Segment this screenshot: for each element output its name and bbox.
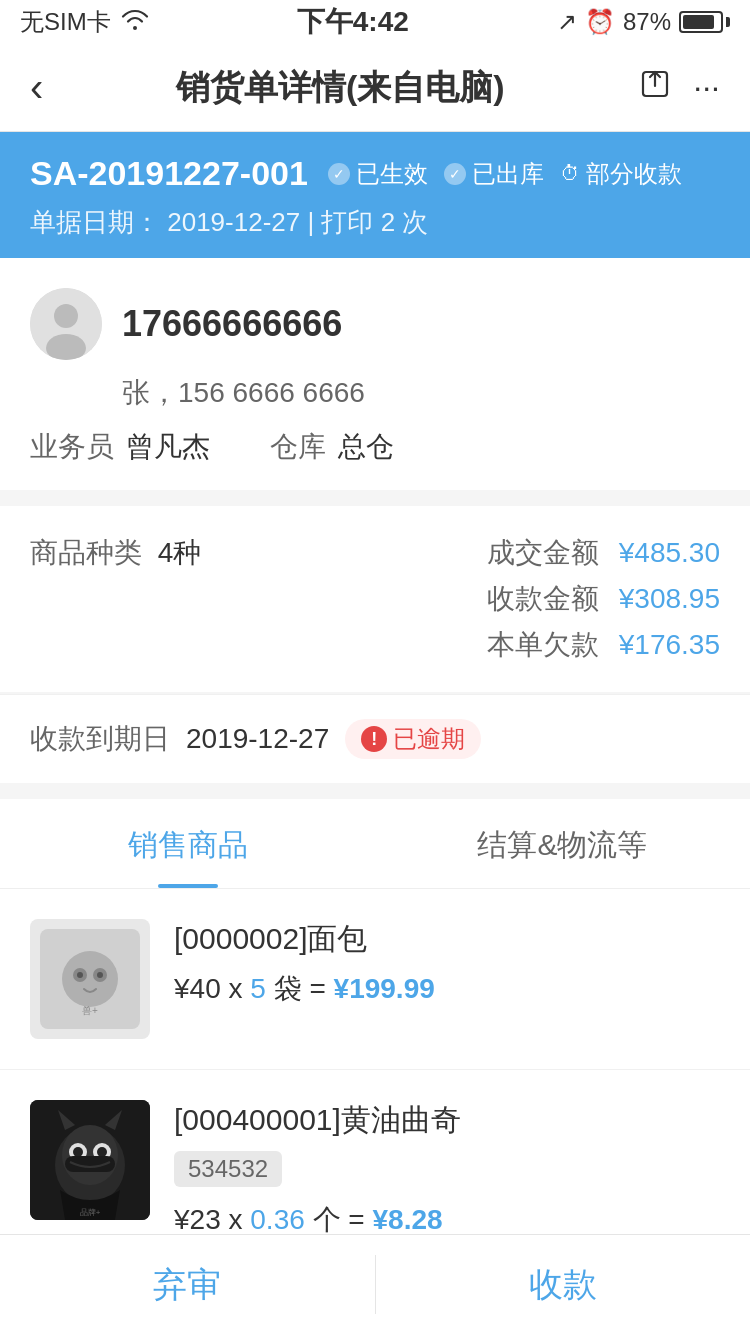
product-qty-2: 0.36 (250, 1204, 305, 1235)
due-date-value: 2019-12-27 (186, 723, 329, 755)
product-info-1: [0000002]面包 ¥40 x 5 袋 = ¥199.99 (174, 919, 720, 1008)
status-shipped: ✓ 已出库 (444, 158, 544, 190)
product-name-1: [0000002]面包 (174, 919, 720, 960)
order-banner: SA-20191227-001 ✓ 已生效 ✓ 已出库 ⏱ 部分收款 单据日期：… (0, 132, 750, 258)
status-bar: 无SIM卡 下午4:42 ↗ ⏰ 87% (0, 0, 750, 44)
nav-actions: ··· (637, 66, 720, 110)
product-price-1: ¥40 x 5 袋 = ¥199.99 (174, 970, 720, 1008)
product-thumbnail-1: 兽+ (30, 919, 150, 1039)
svg-text:品牌+: 品牌+ (80, 1208, 101, 1217)
overdue-icon: ! (361, 726, 387, 752)
svg-point-8 (77, 972, 83, 978)
overdue-text: 已逾期 (393, 723, 465, 755)
stats-right: 成交金额 ¥485.30 收款金额 ¥308.95 本单欠款 ¥176.35 (487, 534, 720, 664)
product-total-2: ¥8.28 (372, 1204, 442, 1235)
customer-row: 17666666666 (30, 288, 720, 360)
svg-text:兽+: 兽+ (82, 1005, 98, 1016)
svg-point-2 (54, 304, 78, 328)
order-id: SA-20191227-001 (30, 154, 308, 193)
carrier-label: 无SIM卡 (20, 6, 111, 38)
status-partial: ⏱ 部分收款 (560, 158, 682, 190)
battery-percent: 87% (623, 8, 671, 36)
bottom-bar: 弃审 收款 (0, 1234, 750, 1334)
tabs-row: 销售商品 结算&物流等 (0, 799, 750, 889)
stats-row: 商品种类 4种 成交金额 ¥485.30 收款金额 ¥308.95 本单欠款 ¥… (30, 534, 720, 664)
location-icon: ↗ (557, 8, 577, 36)
sales-value: 曾凡杰 (126, 428, 210, 466)
status-tags: ✓ 已生效 ✓ 已出库 ⏱ 部分收款 (328, 158, 682, 190)
tab-products[interactable]: 销售商品 (0, 799, 375, 888)
confirm-button[interactable]: 收款 (376, 1235, 751, 1334)
svg-point-5 (62, 951, 118, 1007)
status-right: ↗ ⏰ 87% (557, 8, 730, 36)
product-list: 兽+ [0000002]面包 ¥40 x 5 袋 = ¥199.99 (0, 889, 750, 1270)
svg-point-16 (73, 1147, 83, 1157)
check-icon-2: ✓ (444, 163, 466, 185)
type-label: 商品种类 (30, 537, 142, 568)
overdue-badge: ! 已逾期 (345, 719, 481, 759)
warehouse-label: 仓库 (270, 428, 326, 466)
product-thumbnail-2: 品牌+ (30, 1100, 150, 1220)
alarm-icon: ⏰ (585, 8, 615, 36)
due-section: 收款到期日 2019-12-27 ! 已逾期 (0, 694, 750, 783)
wifi-icon (121, 8, 149, 36)
debt-amount: 本单欠款 ¥176.35 (487, 626, 720, 664)
customer-id: 17666666666 (122, 303, 342, 345)
svg-point-9 (97, 972, 103, 978)
status-time: 下午4:42 (297, 3, 409, 41)
order-id-row: SA-20191227-001 ✓ 已生效 ✓ 已出库 ⏱ 部分收款 (30, 154, 720, 193)
order-date-row: 单据日期： 2019-12-27 | 打印 2 次 (30, 205, 720, 240)
more-button[interactable]: ··· (693, 69, 720, 106)
tabs-section: 销售商品 结算&物流等 (0, 799, 750, 889)
list-item: 兽+ [0000002]面包 ¥40 x 5 袋 = ¥199.99 (0, 889, 750, 1070)
warehouse-value: 总仓 (338, 428, 394, 466)
product-sku-2: 534532 (174, 1151, 282, 1187)
deal-amount: 成交金额 ¥485.30 (487, 534, 720, 572)
thumb-placeholder-2: 品牌+ (30, 1100, 150, 1220)
svg-point-17 (97, 1147, 107, 1157)
warehouse-meta: 仓库 总仓 (270, 428, 394, 466)
battery-indicator (679, 11, 730, 33)
type-value: 4种 (158, 537, 202, 568)
product-qty-1: 5 (250, 973, 266, 1004)
due-label: 收款到期日 (30, 720, 170, 758)
received-amount: 收款金额 ¥308.95 (487, 580, 720, 618)
status-left: 无SIM卡 (20, 6, 149, 38)
check-icon-1: ✓ (328, 163, 350, 185)
product-name-2: [000400001]黄油曲奇 (174, 1100, 720, 1141)
customer-section: 17666666666 张，156 6666 6666 业务员 曾凡杰 仓库 总… (0, 258, 750, 490)
share-button[interactable] (637, 66, 673, 110)
date-label: 单据日期： (30, 207, 160, 237)
cancel-button[interactable]: 弃审 (0, 1235, 375, 1334)
divider-1 (0, 490, 750, 506)
product-info-2: [000400001]黄油曲奇 534532 ¥23 x 0.36 个 = ¥8… (174, 1100, 720, 1239)
nav-bar: ‹ 销货单详情(来自电脑) ··· (0, 44, 750, 132)
customer-name: 张，156 6666 6666 (122, 374, 720, 412)
avatar (30, 288, 102, 360)
tab-settlement[interactable]: 结算&物流等 (375, 799, 750, 888)
customer-meta: 业务员 曾凡杰 仓库 总仓 (30, 428, 720, 466)
order-date-value: 2019-12-27 (167, 207, 300, 237)
page-title: 销货单详情(来自电脑) (176, 65, 505, 111)
stats-section: 商品种类 4种 成交金额 ¥485.30 收款金额 ¥308.95 本单欠款 ¥… (0, 506, 750, 692)
back-button[interactable]: ‹ (30, 65, 43, 110)
status-effective: ✓ 已生效 (328, 158, 428, 190)
print-info: | 打印 2 次 (307, 207, 428, 237)
sales-meta: 业务员 曾凡杰 (30, 428, 210, 466)
product-total-1: ¥199.99 (334, 973, 435, 1004)
stats-left: 商品种类 4种 (30, 534, 201, 572)
sales-label: 业务员 (30, 428, 114, 466)
thumb-placeholder-1: 兽+ (30, 919, 150, 1039)
clock-icon: ⏱ (560, 162, 580, 185)
